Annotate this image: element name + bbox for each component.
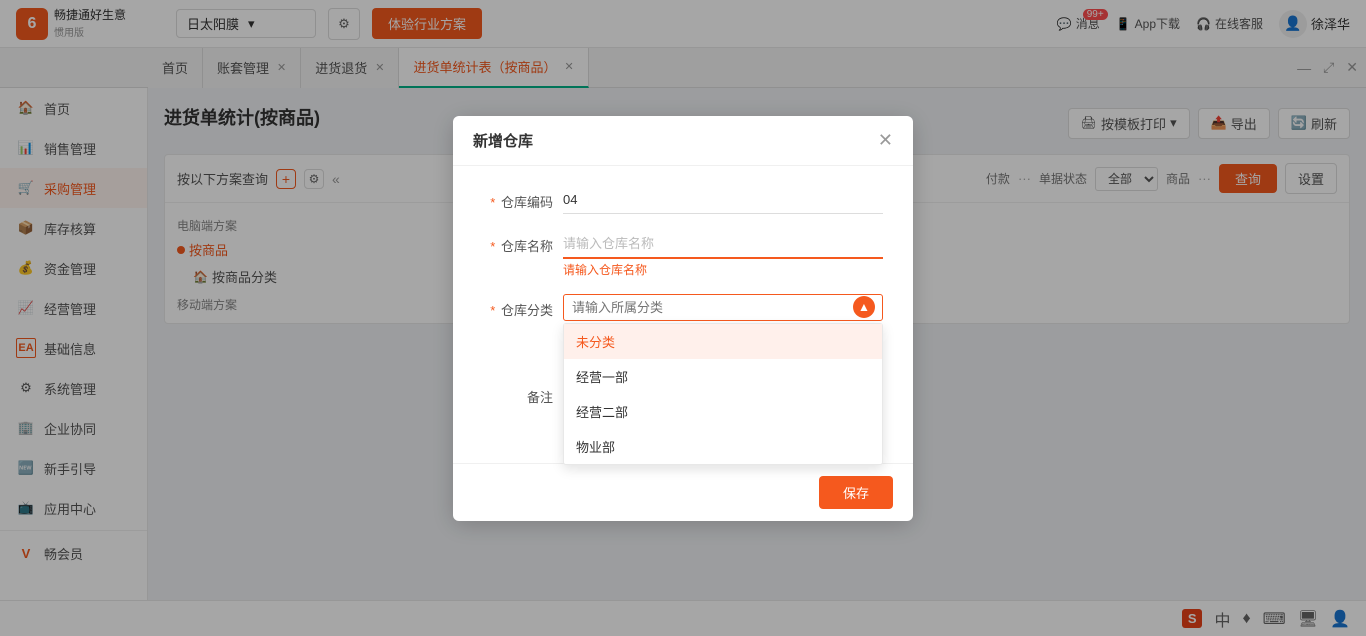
dropdown-item-dept1[interactable]: 经营一部 <box>564 359 882 394</box>
name-input-wrap: 请输入仓库名称 <box>563 230 883 278</box>
name-error-tip: 请输入仓库名称 <box>563 261 883 278</box>
category-dropdown-list: 未分类 经营一部 经营二部 物业部 <box>563 323 883 465</box>
dropdown-item-property[interactable]: 物业部 <box>564 429 882 464</box>
category-input[interactable] <box>563 294 883 321</box>
code-input[interactable] <box>563 186 883 214</box>
modal-overlay[interactable]: 新增仓库 ✕ * 仓库编码 * 仓库名称 <box>0 0 1366 636</box>
modal-title: 新增仓库 <box>473 130 533 151</box>
category-input-wrap: ▲ 未分类 经营一部 经营二部 物业部 <box>563 294 883 321</box>
dropdown-item-none[interactable]: 未分类 <box>564 324 882 359</box>
form-row-code: * 仓库编码 <box>483 186 883 214</box>
modal-footer: 保存 <box>453 463 913 521</box>
modal-close-button[interactable]: ✕ <box>878 130 893 151</box>
save-button[interactable]: 保存 <box>819 476 893 509</box>
new-warehouse-modal: 新增仓库 ✕ * 仓库编码 * 仓库名称 <box>453 116 913 521</box>
form-row-name: * 仓库名称 请输入仓库名称 <box>483 230 883 278</box>
modal-header: 新增仓库 ✕ <box>453 116 913 166</box>
code-input-wrap <box>563 186 883 214</box>
dropdown-item-dept2[interactable]: 经营二部 <box>564 394 882 429</box>
code-label: * 仓库编码 <box>483 186 563 211</box>
category-label: * 仓库分类 <box>483 294 563 319</box>
required-icon2: * <box>490 239 495 254</box>
remark-label: 备注 <box>483 381 563 406</box>
modal-body: * 仓库编码 * 仓库名称 请输入仓库名称 <box>453 166 913 463</box>
required-icon3: * <box>490 303 495 318</box>
category-dropdown-arrow[interactable]: ▲ <box>853 296 875 318</box>
name-label: * 仓库名称 <box>483 230 563 255</box>
name-input[interactable] <box>563 230 883 259</box>
required-icon: * <box>490 195 495 210</box>
form-row-category: * 仓库分类 ▲ 未分类 经营一部 经营二部 物业部 <box>483 294 883 321</box>
